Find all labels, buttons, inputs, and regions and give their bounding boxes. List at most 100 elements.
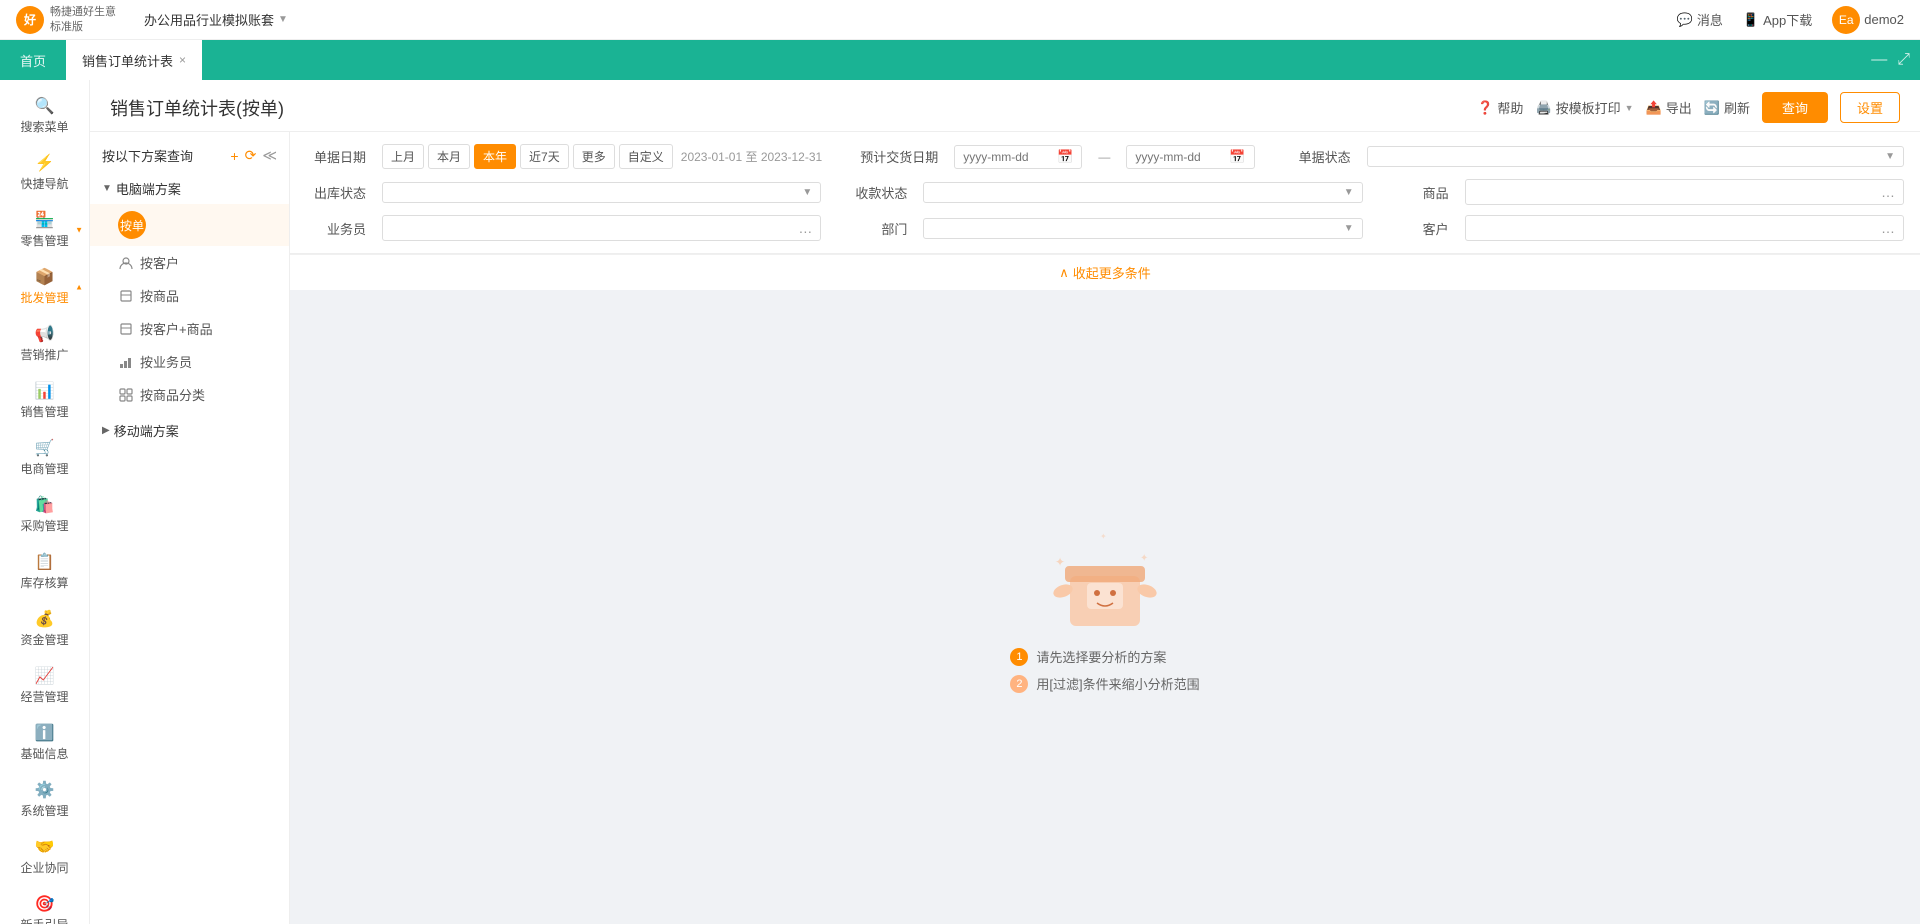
customer-dots-icon[interactable]: …: [1881, 220, 1895, 236]
inner-layout: 按以下方案查询 + ⟳ ≪ ▼ 电脑端方案 按单: [90, 132, 1920, 924]
status-select[interactable]: ▼: [1367, 146, 1904, 167]
tab-close-icon[interactable]: ×: [179, 53, 186, 67]
date-btn-last-month[interactable]: 上月: [382, 144, 424, 169]
help-button[interactable]: ❓ 帮助: [1477, 98, 1523, 117]
sidebar-item-purchase[interactable]: 🛍️ 采购管理: [0, 487, 89, 542]
sidebar-item-retail[interactable]: 🏪 零售管理 ▼: [0, 202, 89, 257]
scheme-item-by-order[interactable]: 按单: [90, 204, 289, 246]
date-btn-custom[interactable]: 自定义: [619, 144, 673, 169]
template-print-button[interactable]: 🖨️ 按模板打印 ▼: [1535, 98, 1633, 117]
sidebar-label-quick-nav: 快捷导航: [20, 175, 68, 192]
sidebar: 🔍 搜索菜单 ⚡ 快捷导航 🏪 零售管理 ▼ 📦 批发管理 ▲ 📢 营销推广 📊…: [0, 80, 90, 924]
filter-row-2: 出库状态 ▼ 收款状态 ▼ 商品 …: [306, 179, 1904, 205]
sidebar-label-basic-info: 基础信息: [20, 745, 68, 762]
sidebar-item-quick-nav[interactable]: ⚡ 快捷导航: [0, 145, 89, 200]
salesman-select[interactable]: …: [382, 215, 821, 241]
payment-status-select[interactable]: ▼: [923, 182, 1362, 203]
sidebar-item-sales[interactable]: 📊 销售管理: [0, 373, 89, 428]
logo-text: 畅捷通好生意 标准版: [50, 5, 116, 34]
expected-date-end[interactable]: 📅: [1126, 145, 1254, 169]
sidebar-label-system: 系统管理: [20, 802, 68, 819]
sidebar-label-operations: 经营管理: [20, 688, 68, 705]
print-icon: 🖨️: [1535, 100, 1551, 116]
ship-status-select[interactable]: ▼: [382, 182, 821, 203]
tab-home[interactable]: 首页: [0, 40, 66, 80]
mobile-group-label: 移动端方案: [114, 421, 179, 440]
salesman-dots-icon[interactable]: …: [798, 220, 812, 236]
add-scheme-button[interactable]: +: [230, 148, 238, 164]
date-btn-more[interactable]: 更多: [573, 144, 615, 169]
right-panel: 单据日期 上月 本月 本年 近7天 更多 自定义 2023-01-01 至 20…: [290, 132, 1920, 924]
help-icon: ❓: [1477, 100, 1493, 116]
collapse-panel-button[interactable]: ≪: [262, 147, 277, 164]
scheme-item-by-customer-goods[interactable]: 按客户+商品: [90, 312, 289, 345]
app-download-button[interactable]: 📱 App下载: [1743, 10, 1812, 29]
app-download-label: App下载: [1763, 10, 1812, 29]
sidebar-item-ecommerce[interactable]: 🛒 电商管理: [0, 430, 89, 485]
customer-select[interactable]: …: [1465, 215, 1904, 241]
salesman-scheme-icon: [118, 354, 134, 370]
sidebar-item-finance[interactable]: 💰 资金管理: [0, 601, 89, 656]
sidebar-label-purchase: 采购管理: [20, 517, 68, 534]
page-actions: ❓ 帮助 🖨️ 按模板打印 ▼ 📤 导出 🔄 刷新 查询 设置: [1477, 92, 1900, 123]
sidebar-item-marketing[interactable]: 📢 营销推广: [0, 316, 89, 371]
sidebar-label-inventory: 库存核算: [20, 574, 68, 591]
message-icon: 💬: [1677, 12, 1693, 28]
scheme-item-by-category[interactable]: 按商品分类: [90, 378, 289, 411]
sidebar-item-search[interactable]: 🔍 搜索菜单: [0, 88, 89, 143]
tab-minimize-icon[interactable]: —: [1871, 51, 1887, 69]
message-button[interactable]: 💬 消息: [1677, 10, 1723, 29]
collapse-label: 收起更多条件: [1073, 263, 1151, 282]
expected-date-start-input[interactable]: [963, 150, 1053, 164]
collapse-icon: ∧: [1059, 265, 1069, 281]
pc-group-header[interactable]: ▼ 电脑端方案: [90, 173, 289, 204]
expected-date-label: 预计交货日期: [858, 147, 938, 166]
collapse-bar[interactable]: ∧ 收起更多条件: [290, 254, 1920, 290]
sidebar-label-newbie: 新手引导: [20, 916, 68, 924]
refresh-button[interactable]: 🔄 刷新: [1704, 98, 1750, 117]
mobile-scheme-group: ▶ 移动端方案: [90, 411, 289, 446]
query-button[interactable]: 查询: [1762, 92, 1828, 123]
enterprise-icon: 🤝: [35, 837, 55, 857]
empty-hint: 1 请先选择要分析的方案 2 用[过滤]条件来缩小分析范围: [1010, 647, 1199, 693]
breadcrumb-arrow-icon: ▼: [278, 14, 288, 25]
scheme-item-by-goods[interactable]: 按商品: [90, 279, 289, 312]
goods-dots-icon[interactable]: …: [1881, 184, 1895, 200]
user-menu[interactable]: Ea demo2: [1832, 6, 1904, 34]
goods-label: 商品: [1389, 183, 1449, 202]
avatar: Ea: [1832, 6, 1860, 34]
dept-select[interactable]: ▼: [923, 218, 1362, 239]
expected-date-start[interactable]: 📅: [954, 145, 1082, 169]
date-btn-this-month[interactable]: 本月: [428, 144, 470, 169]
svg-text:✦: ✦: [1100, 532, 1107, 541]
payment-status-label: 收款状态: [847, 183, 907, 202]
export-button[interactable]: 📤 导出: [1646, 98, 1692, 117]
date-btn-7days[interactable]: 近7天: [520, 144, 569, 169]
goods-scheme-icon: [118, 288, 134, 304]
scheme-item-by-salesman[interactable]: 按业务员: [90, 345, 289, 378]
sidebar-item-operations[interactable]: 📈 经营管理: [0, 658, 89, 713]
date-btn-this-year[interactable]: 本年: [474, 144, 516, 169]
sidebar-label-sales: 销售管理: [20, 403, 68, 420]
breadcrumb[interactable]: 办公用品行业模拟账套 ▼: [144, 10, 288, 29]
expected-date-end-input[interactable]: [1135, 150, 1225, 164]
sidebar-item-system[interactable]: ⚙️ 系统管理: [0, 772, 89, 827]
mobile-group-header[interactable]: ▶ 移动端方案: [90, 415, 289, 446]
tab-expand-icon[interactable]: ⤢: [1897, 51, 1910, 69]
inventory-icon: 📋: [35, 552, 55, 572]
print-arrow-icon: ▼: [1625, 103, 1634, 113]
scheme-item-by-customer[interactable]: 按客户: [90, 246, 289, 279]
tab-sales-order[interactable]: 销售订单统计表 ×: [66, 40, 202, 80]
sidebar-label-retail: 零售管理: [20, 232, 68, 249]
left-panel: 按以下方案查询 + ⟳ ≪ ▼ 电脑端方案 按单: [90, 132, 290, 924]
refresh-scheme-button[interactable]: ⟳: [245, 147, 257, 164]
calendar-end-icon: 📅: [1229, 149, 1245, 165]
sidebar-item-newbie[interactable]: 🎯 新手引导: [0, 886, 89, 924]
sidebar-item-wholesale[interactable]: 📦 批发管理 ▲: [0, 259, 89, 314]
sidebar-item-enterprise[interactable]: 🤝 企业协同: [0, 829, 89, 884]
sidebar-item-inventory[interactable]: 📋 库存核算: [0, 544, 89, 599]
date-button-group: 上月 本月 本年 近7天 更多 自定义 2023-01-01 至 2023-12…: [382, 144, 822, 169]
goods-select[interactable]: …: [1465, 179, 1904, 205]
settings-button[interactable]: 设置: [1840, 92, 1900, 123]
sidebar-item-basic-info[interactable]: ℹ️ 基础信息: [0, 715, 89, 770]
